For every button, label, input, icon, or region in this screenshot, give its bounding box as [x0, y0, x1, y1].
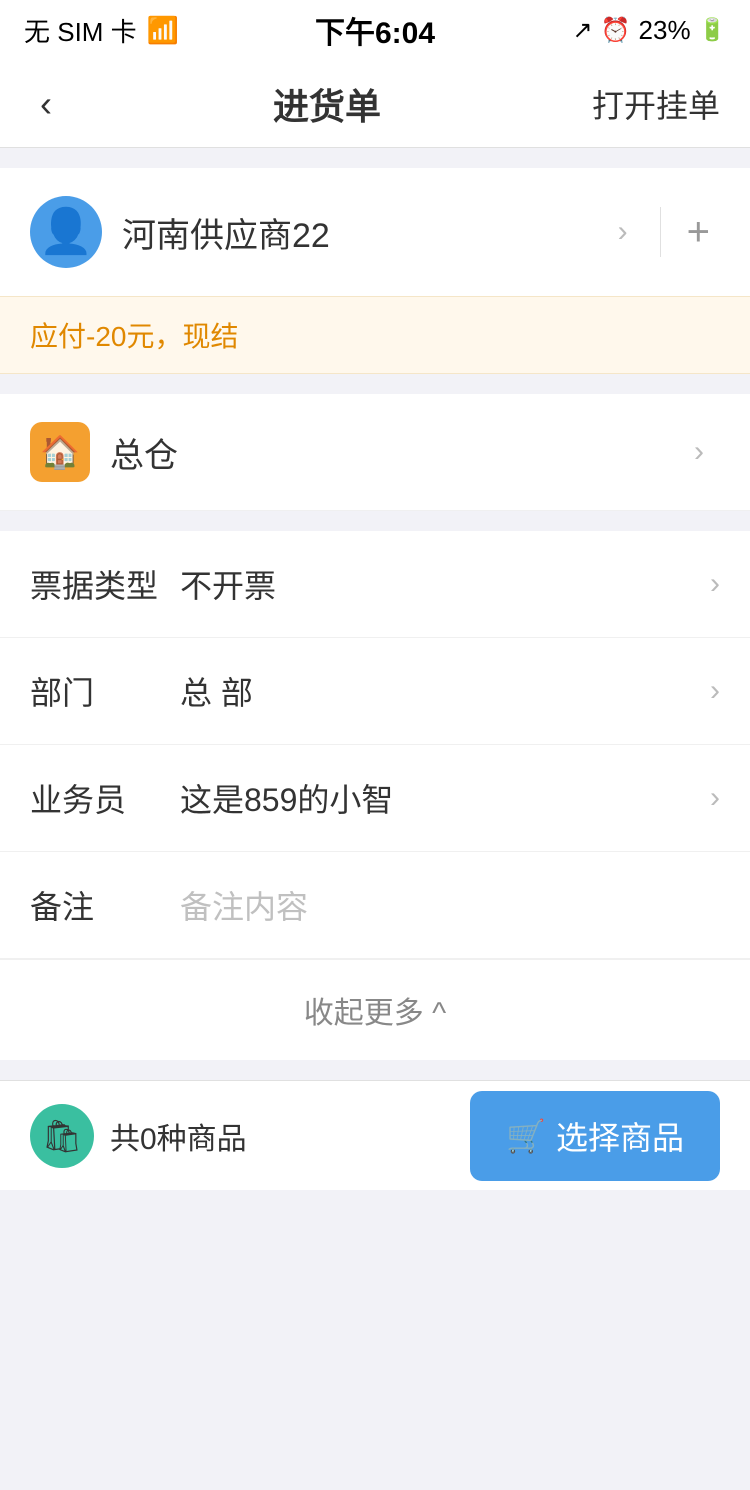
wifi-icon: 📶	[147, 15, 179, 46]
page-title: 进货单	[273, 78, 381, 130]
department-chevron-icon: ›	[710, 674, 720, 708]
salesperson-row[interactable]: 业务员 这是859的小智 ›	[0, 745, 750, 852]
nav-bar: ‹ 进货单 打开挂单	[0, 60, 750, 148]
supplier-chevron-icon: ›	[618, 215, 628, 249]
invoice-type-row[interactable]: 票据类型 不开票 ›	[0, 531, 750, 638]
supplier-section: 👤 河南供应商22 › + 应付-20元，现结	[0, 168, 750, 374]
alarm-icon: ⏰	[601, 16, 631, 45]
invoice-type-chevron-icon: ›	[710, 567, 720, 601]
add-supplier-button[interactable]: +	[677, 206, 720, 259]
warehouse-building-icon: 🏠	[40, 433, 80, 471]
salesperson-chevron-icon: ›	[710, 781, 720, 815]
supplier-name: 河南供应商22	[122, 208, 618, 257]
department-value: 总 部	[160, 668, 710, 714]
invoice-type-label: 票据类型	[30, 561, 160, 607]
location-icon: ↗	[573, 16, 593, 45]
warehouse-row[interactable]: 🏠 总仓 ›	[0, 394, 750, 511]
warehouse-chevron-icon: ›	[694, 435, 704, 469]
form-section: 票据类型 不开票 › 部门 总 部 › 业务员 这是859的小智 › 备注 备注…	[0, 531, 750, 1060]
invoice-type-value: 不开票	[160, 561, 710, 607]
product-count-text: 共0种商品	[110, 1114, 470, 1158]
top-divider	[0, 148, 750, 168]
salesperson-label: 业务员	[30, 775, 160, 821]
warehouse-icon: 🏠	[30, 422, 90, 482]
carrier-text: 无 SIM 卡	[24, 12, 137, 49]
battery-pct: 23%	[639, 15, 691, 46]
shopping-bag-icon: 🛍	[42, 1117, 83, 1155]
open-pending-button[interactable]: 打开挂单	[592, 81, 720, 127]
select-product-icon: 🛒	[506, 1117, 546, 1155]
notice-banner: 应付-20元，现结	[0, 296, 750, 374]
battery-icon: 🔋	[699, 17, 726, 43]
status-right: ↗ ⏰ 23% 🔋	[573, 15, 726, 46]
remark-label: 备注	[30, 882, 160, 928]
status-left: 无 SIM 卡 📶	[24, 12, 179, 49]
status-bar: 无 SIM 卡 📶 下午6:04 ↗ ⏰ 23% 🔋	[0, 0, 750, 60]
collapse-label: 收起更多 ^	[304, 997, 446, 1030]
back-button[interactable]: ‹	[30, 73, 62, 135]
vertical-divider	[660, 207, 661, 257]
mid-divider-2	[0, 511, 750, 531]
warehouse-section: 🏠 总仓 ›	[0, 394, 750, 511]
page-background	[0, 1190, 750, 1490]
collapse-toggle[interactable]: 收起更多 ^	[0, 959, 750, 1060]
warehouse-name: 总仓	[110, 428, 694, 477]
remark-row[interactable]: 备注 备注内容	[0, 852, 750, 959]
department-label: 部门	[30, 668, 160, 714]
bottom-bar: 🛍 共0种商品 🛒 选择商品	[0, 1080, 750, 1190]
supplier-avatar: 👤	[30, 196, 102, 268]
department-row[interactable]: 部门 总 部 ›	[0, 638, 750, 745]
product-count-icon: 🛍	[30, 1104, 94, 1168]
select-product-label: 选择商品	[556, 1113, 684, 1159]
remark-input[interactable]: 备注内容	[160, 882, 720, 928]
status-time: 下午6:04	[315, 8, 435, 52]
supplier-row[interactable]: 👤 河南供应商22 › +	[0, 168, 750, 296]
salesperson-value: 这是859的小智	[160, 775, 710, 821]
mid-divider-3	[0, 1060, 750, 1080]
select-product-button[interactable]: 🛒 选择商品	[470, 1091, 720, 1181]
mid-divider-1	[0, 374, 750, 394]
